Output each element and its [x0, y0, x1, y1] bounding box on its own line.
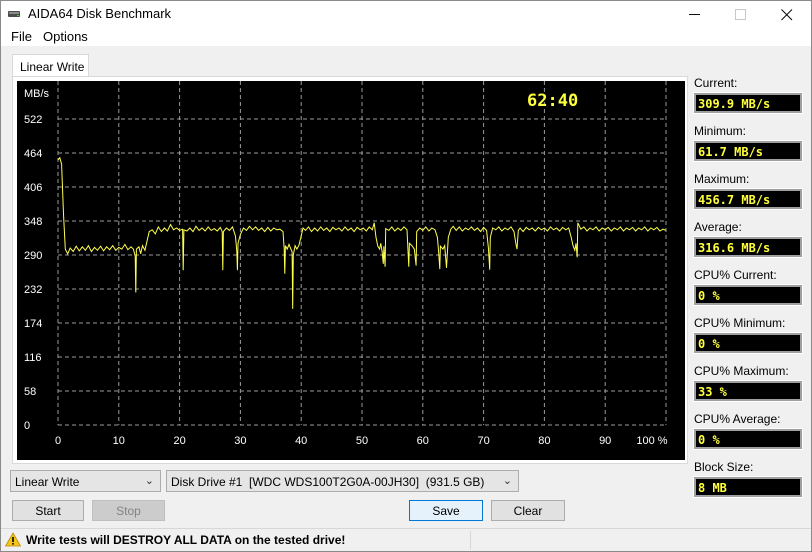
x-tick-label: 30: [234, 435, 246, 447]
x-tick-label: 70: [477, 435, 489, 447]
title-bar[interactable]: AIDA64 Disk Benchmark: [1, 1, 811, 28]
stat-value-minimum: 61.7 MB/s: [693, 140, 803, 162]
close-button[interactable]: [764, 1, 810, 28]
y-tick-label: 406: [24, 182, 42, 194]
y-tick-label: 174: [24, 318, 42, 330]
y-tick-label: 58: [24, 386, 36, 398]
minimize-icon: [689, 13, 700, 15]
chevron-down-icon: ⌄: [144, 475, 154, 487]
stat-label-minimum: Minimum:: [694, 124, 747, 138]
stat-label-maximum: Maximum:: [694, 172, 750, 186]
stat-label-current: Current:: [694, 76, 738, 90]
warning-icon: [5, 532, 21, 547]
y-tick-label: 0: [24, 420, 30, 432]
drive-value: Disk Drive #1 [WDC WDS100T2G0A-00JH30] (…: [171, 475, 485, 489]
y-tick-label: 290: [24, 250, 42, 262]
benchmark-chart: 522 464 406 348 290 232 174 116 58 0 0 10 20 30 40 50 60…: [17, 81, 685, 460]
tab-linear-write[interactable]: Linear Write: [12, 54, 89, 77]
x-tick-label: 60: [417, 435, 429, 447]
x-tick-label: 90: [599, 435, 611, 447]
chart-svg: 522 464 406 348 290 232 174 116 58 0 0 10 20 30 40 50 60…: [24, 81, 668, 447]
y-axis-unit-label: MB/s: [24, 88, 50, 100]
y-tick-label: 464: [24, 148, 42, 160]
stop-button[interactable]: Stop: [92, 500, 165, 521]
stat-label-cpu-current: CPU% Current:: [694, 268, 777, 282]
x-tick-label: 40: [295, 435, 307, 447]
stat-value-cpu-minimum: 0 %: [693, 332, 803, 354]
chevron-down-icon: ⌄: [502, 475, 512, 487]
disk-drive-icon: [8, 11, 20, 17]
app-window: AIDA64 Disk Benchmark File Options Linea…: [0, 0, 812, 552]
x-tick-label: 0: [55, 435, 61, 447]
x-tick-label: 100 %: [636, 435, 667, 447]
window-title: AIDA64 Disk Benchmark: [28, 6, 172, 21]
x-tick-label: 50: [356, 435, 368, 447]
menu-file[interactable]: File: [11, 29, 32, 44]
elapsed-timer: 62:40: [527, 91, 578, 111]
y-tick-label: 522: [24, 114, 42, 126]
menu-options[interactable]: Options: [43, 29, 88, 44]
y-tick-label: 232: [24, 284, 42, 296]
status-separator: [470, 531, 471, 550]
stat-label-cpu-minimum: CPU% Minimum:: [694, 316, 786, 330]
x-tick-label: 20: [173, 435, 185, 447]
stat-label-block-size: Block Size:: [694, 460, 754, 474]
clear-button[interactable]: Clear: [491, 500, 565, 521]
status-bar: Write tests will DESTROY ALL DATA on the…: [1, 528, 811, 551]
close-icon: [781, 8, 793, 20]
stat-value-current: 309.9 MB/s: [693, 92, 803, 114]
save-button[interactable]: Save: [409, 500, 483, 521]
start-button[interactable]: Start: [12, 500, 84, 521]
stat-label-cpu-maximum: CPU% Maximum:: [694, 364, 789, 378]
menu-bar: File Options: [1, 28, 811, 46]
warning-message: Write tests will DESTROY ALL DATA on the…: [26, 533, 346, 547]
minimize-button[interactable]: [672, 1, 718, 28]
test-type-value: Linear Write: [15, 475, 80, 489]
stat-value-cpu-current: 0 %: [693, 284, 803, 306]
stat-label-cpu-average: CPU% Average:: [694, 412, 781, 426]
stat-value-cpu-average: 0 %: [693, 428, 803, 450]
x-tick-label: 10: [113, 435, 125, 447]
stat-value-average: 316.6 MB/s: [693, 236, 803, 258]
x-tick-label: 80: [538, 435, 550, 447]
maximize-button[interactable]: [718, 1, 764, 28]
maximize-icon: [735, 8, 746, 20]
stat-value-maximum: 456.7 MB/s: [693, 188, 803, 210]
y-tick-label: 116: [24, 352, 42, 364]
drive-select[interactable]: Disk Drive #1 [WDC WDS100T2G0A-00JH30] (…: [166, 470, 519, 492]
y-tick-label: 348: [24, 216, 42, 228]
stat-value-cpu-maximum: 33 %: [693, 380, 803, 402]
test-type-select[interactable]: Linear Write ⌄: [10, 470, 161, 492]
stat-value-block-size: 8 MB: [693, 476, 803, 498]
stat-label-average: Average:: [694, 220, 742, 234]
